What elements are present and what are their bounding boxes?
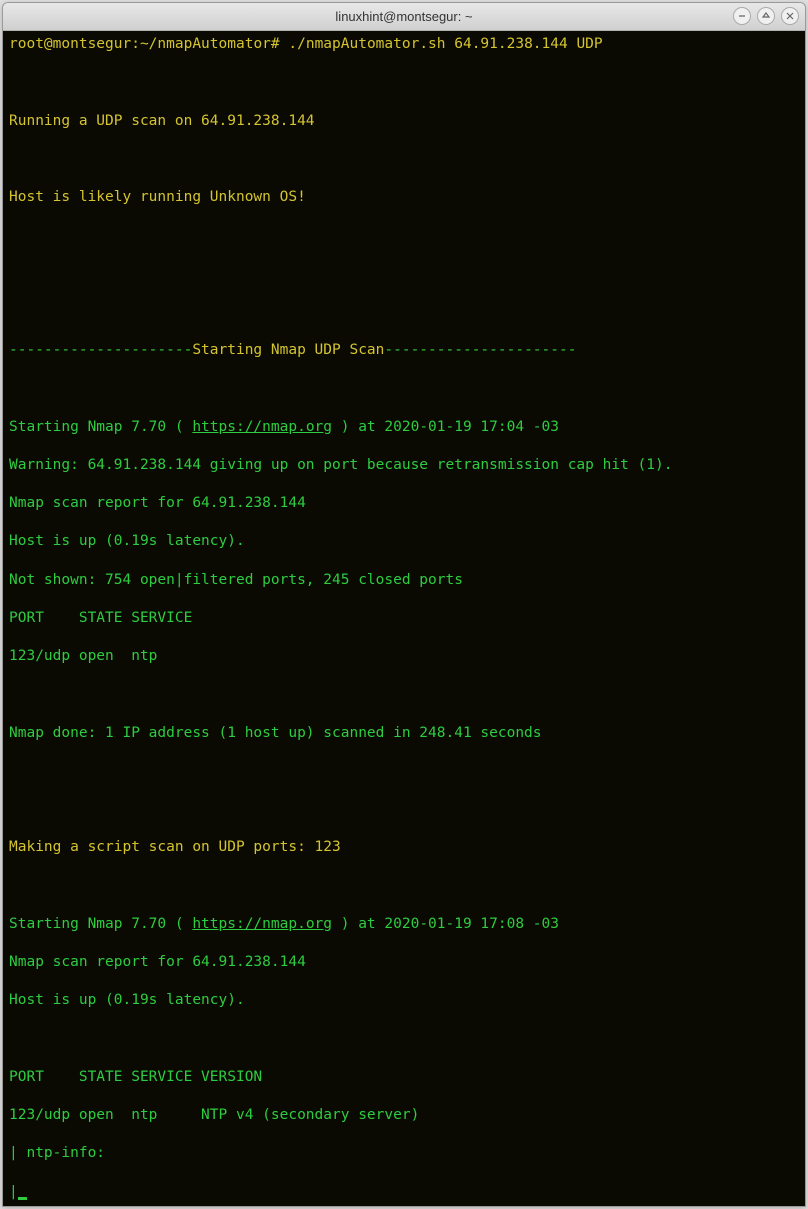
report-line-1: Nmap scan report for 64.91.238.144 <box>9 494 799 513</box>
nmap-url-1[interactable]: https://nmap.org <box>192 419 332 435</box>
port-header-2: PORT STATE SERVICE VERSION <box>9 1068 799 1087</box>
hostup-line-1: Host is up (0.19s latency). <box>9 532 799 551</box>
prompt-user-host: root@montsegur <box>9 36 131 52</box>
report-line-2: Nmap scan report for 64.91.238.144 <box>9 953 799 972</box>
cursor <box>18 1197 27 1200</box>
script-scan-line: Making a script scan on UDP ports: 123 <box>9 838 799 857</box>
ntp-info-line: | ntp-info: <box>9 1144 799 1163</box>
pipe-line: | <box>9 1184 18 1200</box>
nmap-start-1: Starting Nmap 7.70 ( <box>9 419 192 435</box>
window-title: linuxhint@montsegur: ~ <box>335 9 472 24</box>
maximize-button[interactable] <box>757 7 775 25</box>
nmap-start-1-end: ) at 2020-01-19 17:04 -03 <box>332 419 559 435</box>
window-controls <box>733 7 799 25</box>
prompt-symbol: # <box>271 36 280 52</box>
nmap-url-2[interactable]: https://nmap.org <box>192 916 332 932</box>
divider-left: --------------------- <box>9 342 192 358</box>
nmap-start-2: Starting Nmap 7.70 ( <box>9 916 192 932</box>
terminal-content[interactable]: root@montsegur:~/nmapAutomator# ./nmapAu… <box>3 31 805 1206</box>
nmap-done-line: Nmap done: 1 IP address (1 host up) scan… <box>9 724 799 743</box>
divider-label: Starting Nmap UDP Scan <box>192 342 384 358</box>
minimize-button[interactable] <box>733 7 751 25</box>
port-line-2: 123/udp open ntp NTP v4 (secondary serve… <box>9 1106 799 1125</box>
port-line-1: 123/udp open ntp <box>9 647 799 666</box>
running-line: Running a UDP scan on 64.91.238.144 <box>9 112 799 131</box>
notshown-line: Not shown: 754 open|filtered ports, 245 … <box>9 571 799 590</box>
titlebar[interactable]: linuxhint@montsegur: ~ <box>3 3 805 31</box>
command-text: ./nmapAutomator.sh 64.91.238.144 UDP <box>288 36 602 52</box>
prompt-cwd: ~/nmapAutomator <box>140 36 271 52</box>
warning-line: Warning: 64.91.238.144 giving up on port… <box>9 456 799 475</box>
hostup-line-2: Host is up (0.19s latency). <box>9 991 799 1010</box>
port-header-1: PORT STATE SERVICE <box>9 609 799 628</box>
close-button[interactable] <box>781 7 799 25</box>
host-os-line: Host is likely running Unknown OS! <box>9 188 799 207</box>
divider-right: ---------------------- <box>384 342 576 358</box>
prompt-colon: : <box>131 36 140 52</box>
nmap-start-2-end: ) at 2020-01-19 17:08 -03 <box>332 916 559 932</box>
terminal-window: linuxhint@montsegur: ~ root@montsegur:~/… <box>2 2 806 1207</box>
